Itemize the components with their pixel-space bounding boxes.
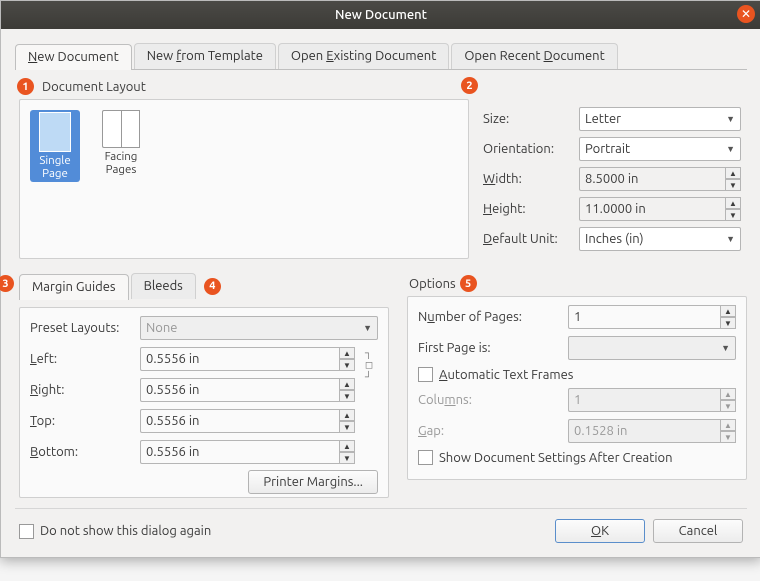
checkbox-icon: [418, 367, 433, 382]
width-input[interactable]: 8.5000 in▲▼: [579, 167, 741, 191]
first-page-label: First Page is:: [418, 341, 568, 355]
link-margins-toggle[interactable]: ┐◻┘: [360, 347, 378, 471]
auto-text-frames-checkbox[interactable]: Automatic Text FramesAutomatic Text Fram…: [418, 367, 736, 382]
window-title: New Document: [335, 8, 427, 22]
facing-pages-icon: [102, 110, 140, 148]
width-label: Width:Width:: [483, 172, 579, 186]
spin-down-icon[interactable]: ▼: [725, 179, 741, 191]
layout-chooser: Single Page Facing Pages: [19, 99, 469, 259]
cancel-button[interactable]: Cancel: [653, 519, 743, 543]
primary-tabs: NNew Documentew Document New from Templa…: [15, 43, 747, 70]
dont-show-again-checkbox[interactable]: Do not show this dialog again: [19, 524, 211, 539]
margin-tabs: Margin Guides Bleeds 4: [19, 273, 389, 299]
chevron-down-icon: ▼: [363, 323, 372, 333]
marker-5: 5: [460, 275, 477, 292]
size-label: Size:: [483, 112, 579, 126]
marker-1: 1: [17, 78, 34, 95]
layout-single-page[interactable]: Single Page: [30, 110, 80, 182]
options-panel: Number of Pages:Number of Pages:1▲▼ Firs…: [407, 296, 747, 480]
num-pages-input[interactable]: 1▲▼: [568, 305, 736, 329]
checkbox-icon: [418, 450, 433, 465]
marker-2: 2: [461, 77, 478, 94]
margin-bottom-label: Bottom:Bottom:: [30, 445, 140, 459]
gap-label: Gap:Gap:: [418, 424, 568, 438]
chevron-down-icon: ▼: [726, 234, 735, 244]
chevron-down-icon: ▼: [726, 144, 735, 154]
height-input[interactable]: 11.0000 in▲▼: [579, 197, 741, 221]
preset-layouts-select: None▼: [140, 316, 378, 340]
preset-layouts-label: Preset Layouts:: [30, 321, 140, 335]
printer-margins-button[interactable]: Printer Margins...: [248, 470, 378, 494]
tab-open-existing[interactable]: Open Existing DocumentOpen Existing Docu…: [278, 43, 449, 69]
close-icon: ✕: [741, 7, 751, 21]
tab-open-recent[interactable]: Open Recent DocumentOpen Recent Document: [451, 43, 617, 69]
close-button[interactable]: ✕: [737, 5, 755, 23]
spin-down-icon[interactable]: ▼: [725, 209, 741, 221]
num-pages-label: Number of Pages:Number of Pages:: [418, 310, 568, 324]
tab-new-document[interactable]: NNew Documentew Document: [15, 44, 132, 70]
titlebar: New Document ✕: [1, 1, 760, 29]
dialog-footer: Do not show this dialog again OKOK Cance…: [15, 508, 747, 547]
default-unit-select[interactable]: Inches (in)▼: [579, 227, 741, 251]
margin-right-input[interactable]: 0.5556 in▲▼: [140, 378, 355, 402]
columns-input: 1▲▼: [568, 388, 736, 412]
tab-new-from-template[interactable]: New from TemplateNew from Template: [134, 43, 276, 69]
default-unit-label: Default Unit:Default Unit:: [483, 232, 579, 246]
marker-4: 4: [204, 278, 221, 295]
margin-bottom-input[interactable]: 0.5556 in▲▼: [140, 440, 355, 464]
spin-up-icon[interactable]: ▲: [725, 167, 741, 179]
show-settings-after-checkbox[interactable]: Show Document Settings After Creation: [418, 450, 736, 465]
ok-button[interactable]: OKOK: [555, 519, 645, 543]
columns-label: Columns:Columns:: [418, 393, 568, 407]
single-page-icon: [39, 112, 71, 152]
size-select[interactable]: Letter▼: [579, 107, 741, 131]
chevron-down-icon: ▼: [721, 343, 730, 353]
document-layout-heading: 1 Document Layout: [17, 78, 747, 95]
orientation-label: Orientation:: [483, 142, 579, 156]
chevron-down-icon: ▼: [726, 114, 735, 124]
options-heading: Options 5: [409, 275, 747, 292]
page-setup-form: 2 Size: Letter▼ Orientation: Portrait▼ W…: [483, 99, 747, 261]
layout-facing-pages[interactable]: Facing Pages: [98, 110, 144, 176]
spin-up-icon[interactable]: ▲: [725, 197, 741, 209]
marker-3: 3: [0, 275, 14, 292]
first-page-select: ▼: [568, 336, 736, 360]
orientation-select[interactable]: Portrait▼: [579, 137, 741, 161]
margin-left-label: Left:Left:: [30, 352, 140, 366]
margin-top-label: Top:Top:: [30, 414, 140, 428]
tab-bleeds[interactable]: Bleeds: [131, 273, 196, 299]
margin-guides-panel: Preset Layouts: None▼ Left:Left:0.5556 i…: [19, 307, 389, 498]
checkbox-icon: [19, 524, 34, 539]
margin-top-input[interactable]: 0.5556 in▲▼: [140, 409, 355, 433]
new-document-dialog: New Document ✕ NNew Documentew Document …: [0, 0, 760, 558]
height-label: Height:Height:: [483, 202, 579, 216]
margin-right-label: Right:Right:: [30, 383, 140, 397]
margin-left-input[interactable]: 0.5556 in▲▼: [140, 347, 355, 371]
tab-margin-guides[interactable]: Margin Guides: [19, 274, 129, 300]
gap-input: 0.1528 in▲▼: [568, 419, 736, 443]
